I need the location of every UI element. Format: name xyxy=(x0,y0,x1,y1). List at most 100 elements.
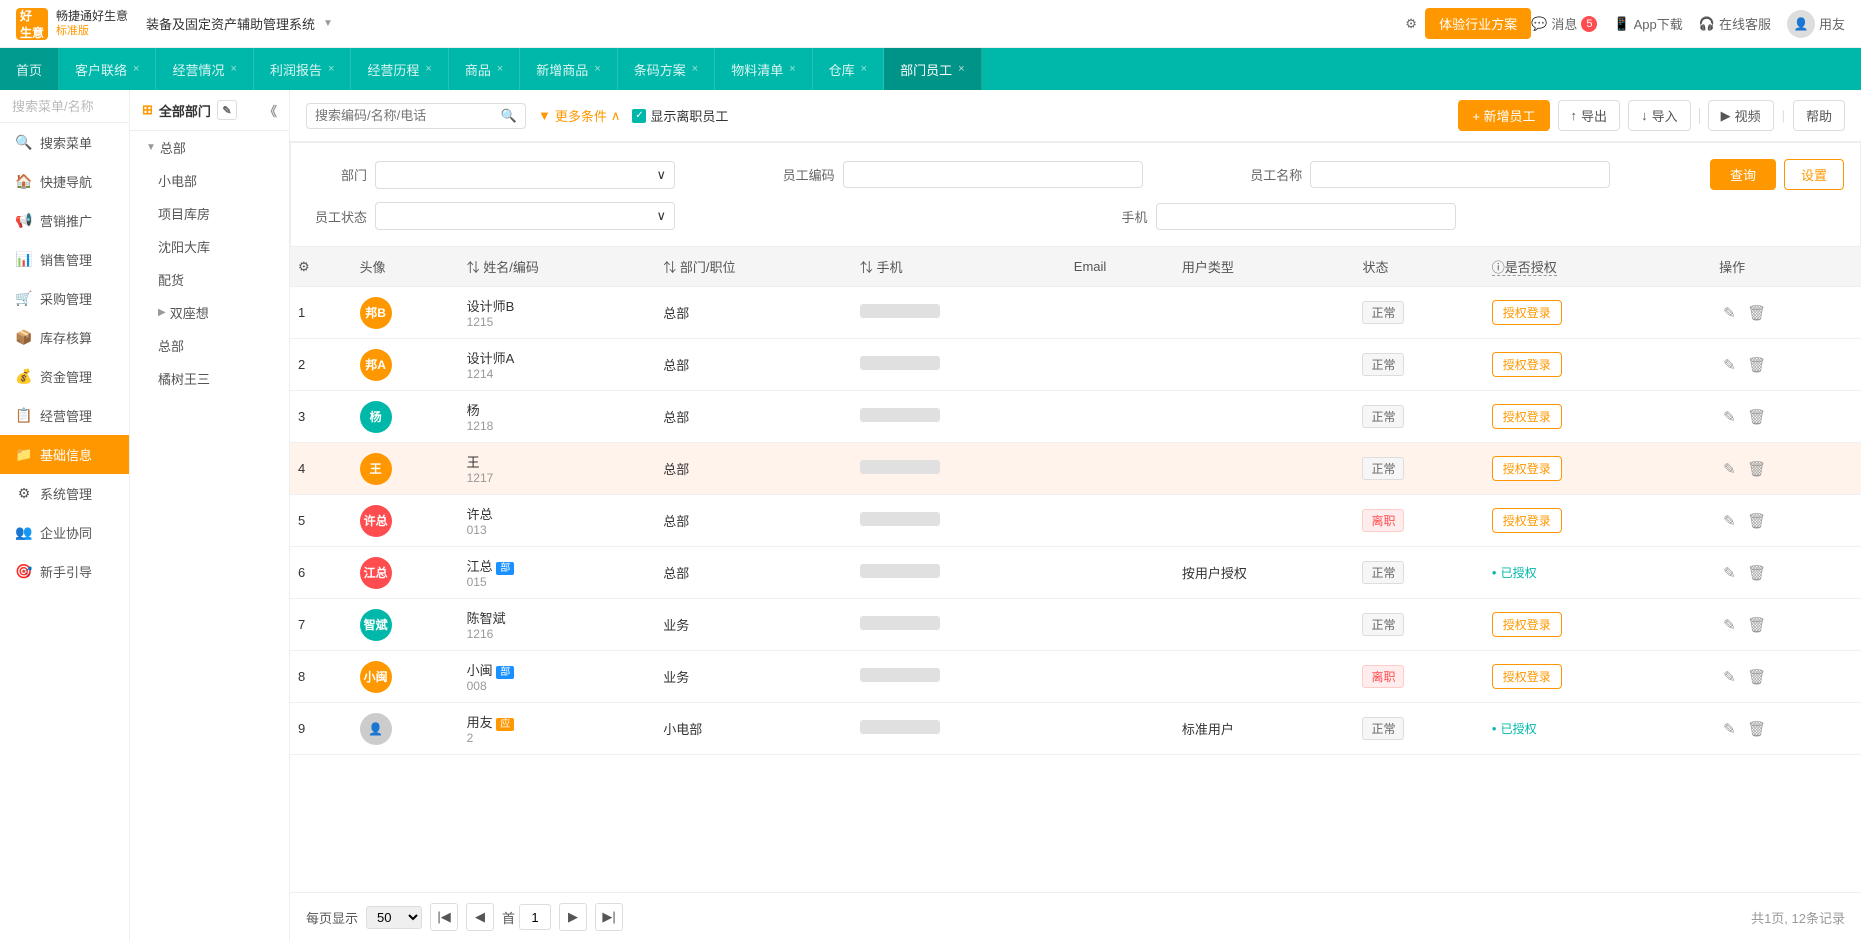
sidebar-item-快捷导航[interactable]: 🏠快捷导航 xyxy=(0,162,129,201)
auth-login-button[interactable]: 授权登录 xyxy=(1492,404,1562,429)
dept-node-橘树王三[interactable]: 橘树王三 xyxy=(130,362,289,395)
employee-search-input[interactable] xyxy=(315,108,495,123)
sidebar-item-资金管理[interactable]: 💰资金管理 xyxy=(0,357,129,396)
auth-login-button[interactable]: 授权登录 xyxy=(1492,664,1562,689)
dept-select[interactable]: ∨ xyxy=(375,161,675,189)
auth-login-button[interactable]: 授权登录 xyxy=(1492,352,1562,377)
dept-node-项目库房[interactable]: 项目库房 xyxy=(130,197,289,230)
emp-code-input[interactable] xyxy=(843,161,1143,188)
page-number-input[interactable] xyxy=(519,904,551,930)
user-menu[interactable]: 👤 用友 xyxy=(1787,10,1845,38)
delete-button[interactable]: 🗑 xyxy=(1743,666,1770,688)
emp-status-select[interactable]: ∨ xyxy=(375,202,675,230)
last-page-btn[interactable]: ▶| xyxy=(595,903,623,931)
nav-tab-客户联络[interactable]: 客户联络 × xyxy=(59,48,156,90)
nav-tab-新增商品[interactable]: 新增商品 × xyxy=(520,48,617,90)
delete-button[interactable]: 🗑 xyxy=(1743,614,1770,636)
dept-node-沈阳大库[interactable]: 沈阳大库 xyxy=(130,230,289,263)
tab-close-icon[interactable]: × xyxy=(328,63,334,75)
nav-tab-利润报告[interactable]: 利润报告 × xyxy=(254,48,351,90)
tab-close-icon[interactable]: × xyxy=(789,63,795,75)
nav-tab-经营历程[interactable]: 经营历程 × xyxy=(351,48,448,90)
more-filter-button[interactable]: ▼ 更多条件 ∧ xyxy=(538,106,620,125)
prev-page-btn[interactable]: ◀ xyxy=(466,903,494,931)
dept-node-小电部[interactable]: 小电部 xyxy=(130,164,289,197)
nav-tab-仓库[interactable]: 仓库 × xyxy=(813,48,884,90)
dept-edit-icon[interactable]: ✎ xyxy=(217,100,237,120)
sidebar-item-企业协同[interactable]: 👥企业协同 xyxy=(0,513,129,552)
nav-tab-部门员工[interactable]: 部门员工 × xyxy=(884,48,981,90)
nav-tab-首页[interactable]: 首页 xyxy=(0,48,59,90)
delete-button[interactable]: 🗑 xyxy=(1743,354,1770,376)
sidebar-item-经营管理[interactable]: 📋经营管理 xyxy=(0,396,129,435)
th-settings[interactable]: ⚙ xyxy=(290,247,352,287)
dept-collapse-icon[interactable]: 《 xyxy=(264,101,277,120)
trial-button[interactable]: 体验行业方案 xyxy=(1425,8,1531,39)
delete-button[interactable]: 🗑 xyxy=(1743,406,1770,428)
system-dropdown-arrow[interactable]: ▼ xyxy=(323,18,333,29)
tab-close-icon[interactable]: × xyxy=(230,63,236,75)
tab-close-icon[interactable]: × xyxy=(958,63,964,75)
setup-button[interactable]: 设置 xyxy=(1784,159,1844,190)
auth-login-button[interactable]: 授权登录 xyxy=(1492,508,1562,533)
tab-close-icon[interactable]: × xyxy=(425,63,431,75)
sidebar-item-新手引导[interactable]: 🎯新手引导 xyxy=(0,552,129,591)
query-button[interactable]: 查询 xyxy=(1710,159,1776,190)
th-phone[interactable]: ⇅ 手机 xyxy=(852,247,1066,287)
edit-button[interactable]: ✎ xyxy=(1719,562,1740,584)
th-dept[interactable]: ⇅ 部门/职位 xyxy=(655,247,852,287)
delete-button[interactable]: 🗑 xyxy=(1743,562,1770,584)
import-button[interactable]: ↓ 导入 xyxy=(1628,100,1691,131)
first-page-btn[interactable]: |◀ xyxy=(430,903,458,931)
sidebar-item-系统管理[interactable]: ⚙系统管理 xyxy=(0,474,129,513)
app-download-button[interactable]: 📱 App下载 xyxy=(1613,14,1682,33)
sidebar-item-基础信息[interactable]: 📁基础信息 xyxy=(0,435,129,474)
edit-button[interactable]: ✎ xyxy=(1719,406,1740,428)
emp-name-input[interactable] xyxy=(1310,161,1610,188)
sidebar-item-采购管理[interactable]: 🛒采购管理 xyxy=(0,279,129,318)
edit-button[interactable]: ✎ xyxy=(1719,302,1740,324)
delete-button[interactable]: 🗑 xyxy=(1743,302,1770,324)
tab-close-icon[interactable]: × xyxy=(692,63,698,75)
auth-login-button[interactable]: 授权登录 xyxy=(1492,612,1562,637)
edit-button[interactable]: ✎ xyxy=(1719,614,1740,636)
delete-button[interactable]: 🗑 xyxy=(1743,458,1770,480)
edit-button[interactable]: ✎ xyxy=(1719,718,1740,740)
dept-node-双座想[interactable]: ▶双座想 xyxy=(130,296,289,329)
add-employee-button[interactable]: + 新增员工 xyxy=(1458,100,1549,131)
export-button[interactable]: ↑ 导出 xyxy=(1558,100,1621,131)
delete-button[interactable]: 🗑 xyxy=(1743,510,1770,532)
sidebar-item-营销推广[interactable]: 📢营销推广 xyxy=(0,201,129,240)
tab-close-icon[interactable]: × xyxy=(497,63,503,75)
tab-close-icon[interactable]: × xyxy=(133,63,139,75)
message-button[interactable]: 💬 消息 5 xyxy=(1531,14,1597,33)
sidebar-item-销售管理[interactable]: 📊销售管理 xyxy=(0,240,129,279)
nav-tab-物料清单[interactable]: 物料清单 × xyxy=(715,48,812,90)
page-size-select[interactable]: 50 100 xyxy=(366,906,422,929)
edit-button[interactable]: ✎ xyxy=(1719,666,1740,688)
dept-node-总部[interactable]: ▼总部 xyxy=(130,131,289,164)
nav-tab-条码方案[interactable]: 条码方案 × xyxy=(618,48,715,90)
dept-node-总部[interactable]: 总部 xyxy=(130,329,289,362)
delete-button[interactable]: 🗑 xyxy=(1743,718,1770,740)
nav-tab-商品[interactable]: 商品 × xyxy=(449,48,520,90)
phone-input[interactable] xyxy=(1156,203,1456,230)
th-name[interactable]: ⇅ 姓名/编码 xyxy=(459,247,656,287)
online-service-button[interactable]: 🎧 在线客服 xyxy=(1699,14,1771,33)
sidebar-search-input[interactable] xyxy=(12,99,130,114)
edit-button[interactable]: ✎ xyxy=(1719,458,1740,480)
next-page-btn[interactable]: ▶ xyxy=(559,903,587,931)
sidebar-item-库存核算[interactable]: 📦库存核算 xyxy=(0,318,129,357)
show-resign-toggle[interactable]: ✓ 显示离职员工 xyxy=(632,106,728,125)
auth-login-button[interactable]: 授权登录 xyxy=(1492,300,1562,325)
tab-close-icon[interactable]: × xyxy=(594,63,600,75)
settings-icon[interactable]: ⚙ xyxy=(1397,10,1425,38)
nav-tab-经营情况[interactable]: 经营情况 × xyxy=(156,48,253,90)
tab-close-icon[interactable]: × xyxy=(861,63,867,75)
edit-button[interactable]: ✎ xyxy=(1719,510,1740,532)
help-button[interactable]: 帮助 xyxy=(1793,100,1845,131)
auth-login-button[interactable]: 授权登录 xyxy=(1492,456,1562,481)
edit-button[interactable]: ✎ xyxy=(1719,354,1740,376)
dept-node-配货[interactable]: 配货 xyxy=(130,263,289,296)
sidebar-item-搜索菜单[interactable]: 🔍搜索菜单 xyxy=(0,123,129,162)
